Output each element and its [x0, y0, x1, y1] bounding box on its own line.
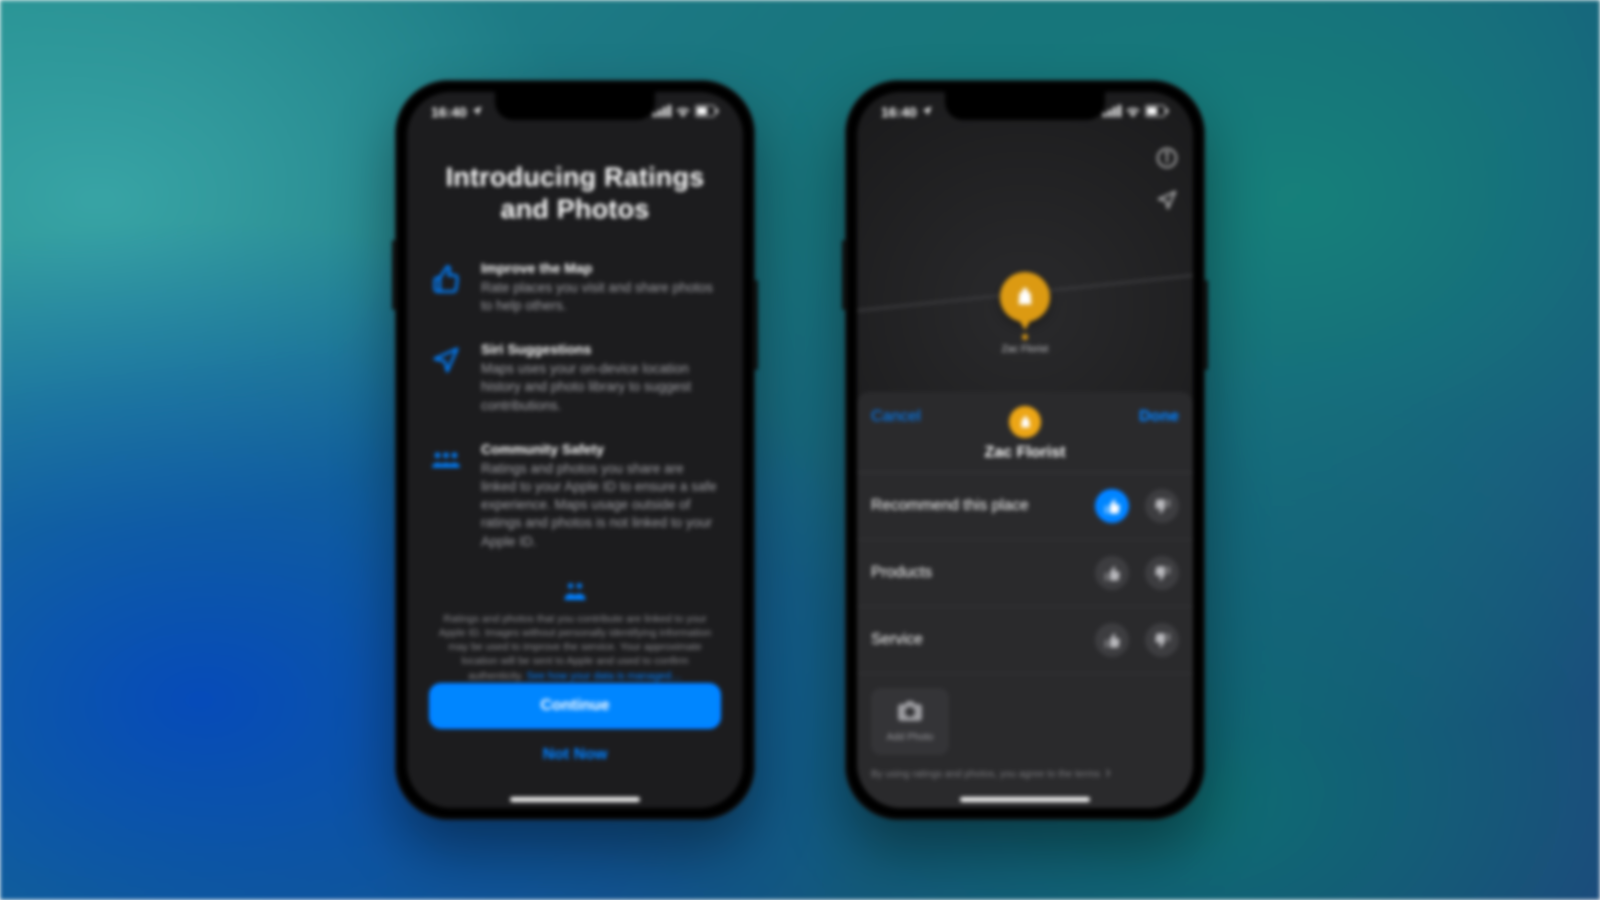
disclaimer-block: Ratings and photos that you contribute a… [429, 581, 721, 683]
add-photo-label: Add Photo [887, 732, 934, 743]
location-arrow-icon [429, 341, 463, 415]
row-label: Service [871, 631, 923, 649]
location-arrow-icon [921, 104, 933, 120]
map-info-button[interactable] [1155, 146, 1179, 170]
notch [945, 92, 1105, 120]
handshake-icon [561, 581, 589, 608]
cellular-icon [1103, 104, 1121, 120]
wifi-icon [1125, 104, 1141, 120]
thumb-down-button[interactable] [1145, 556, 1179, 590]
battery-icon [1145, 104, 1169, 120]
continue-button[interactable]: Continue [429, 683, 721, 729]
rating-card: Cancel Done Zac Florist Recommend this p… [857, 392, 1193, 808]
map-pin-label: Zac Florist [1002, 344, 1049, 355]
location-arrow-icon [471, 104, 483, 120]
cellular-icon [653, 104, 671, 120]
thumb-up-button[interactable] [1095, 623, 1129, 657]
thumb-up-button[interactable] [1095, 489, 1129, 523]
done-button[interactable]: Done [1139, 408, 1179, 426]
place-name: Zac Florist [985, 444, 1066, 462]
feature-body: Rate places you visit and share photos t… [481, 279, 721, 315]
home-indicator[interactable] [510, 797, 640, 802]
row-label: Recommend this place [871, 497, 1029, 515]
cancel-button[interactable]: Cancel [871, 408, 921, 426]
feature-heading: Community Safety [481, 441, 721, 457]
thumb-down-button[interactable] [1145, 489, 1179, 523]
feature-heading: Siri Suggestions [481, 341, 721, 357]
thumbs-up-icon [429, 260, 463, 315]
status-time: 16:40 [881, 104, 917, 120]
notch [495, 92, 655, 120]
rating-row-recommend: Recommend this place [857, 473, 1193, 540]
feature-body: Ratings and photos you share are linked … [481, 460, 721, 551]
shopping-bag-icon [1009, 406, 1041, 438]
shopping-bag-icon [1000, 272, 1050, 322]
intro-title: Introducing Ratings and Photos [429, 162, 721, 226]
chevron-right-icon [1104, 769, 1112, 780]
home-indicator[interactable] [960, 797, 1090, 802]
disclaimer-text: Ratings and photos that you contribute a… [429, 612, 721, 683]
map-pin[interactable]: Zac Florist [1000, 272, 1050, 355]
phone-mockup-right: 16:40 [845, 80, 1205, 820]
feature-improve-map: Improve the Map Rate places you visit an… [429, 260, 721, 315]
wallpaper-background: 16:40 Intr [0, 0, 1600, 900]
add-photo-button[interactable]: Add Photo [871, 688, 949, 755]
status-time: 16:40 [431, 104, 467, 120]
feature-body: Maps uses your on-device location histor… [481, 360, 721, 415]
phone-mockup-left: 16:40 Intr [395, 80, 755, 820]
intro-sheet: Introducing Ratings and Photos Improve t… [407, 92, 743, 808]
feature-heading: Improve the Map [481, 260, 721, 276]
terms-link[interactable]: By using ratings and photos, you agree t… [857, 769, 1193, 808]
camera-icon [898, 701, 922, 726]
rating-row-products: Products [857, 540, 1193, 607]
not-now-button[interactable]: Not Now [429, 735, 721, 775]
wifi-icon [675, 104, 691, 120]
screen-right: 16:40 [857, 92, 1193, 808]
thumb-down-button[interactable] [1145, 623, 1179, 657]
screen-left: 16:40 Intr [407, 92, 743, 808]
feature-siri-suggestions: Siri Suggestions Maps uses your on-devic… [429, 341, 721, 415]
rating-row-service: Service [857, 607, 1193, 674]
feature-community-safety: Community Safety Ratings and photos you … [429, 441, 721, 551]
map-locate-button[interactable] [1155, 188, 1179, 212]
card-header: Cancel Done Zac Florist [857, 392, 1193, 473]
people-icon [429, 441, 463, 551]
row-label: Products [871, 564, 932, 582]
battery-icon [695, 104, 719, 120]
thumb-up-button[interactable] [1095, 556, 1129, 590]
data-managed-link[interactable]: See how your data is managed… [526, 670, 681, 682]
